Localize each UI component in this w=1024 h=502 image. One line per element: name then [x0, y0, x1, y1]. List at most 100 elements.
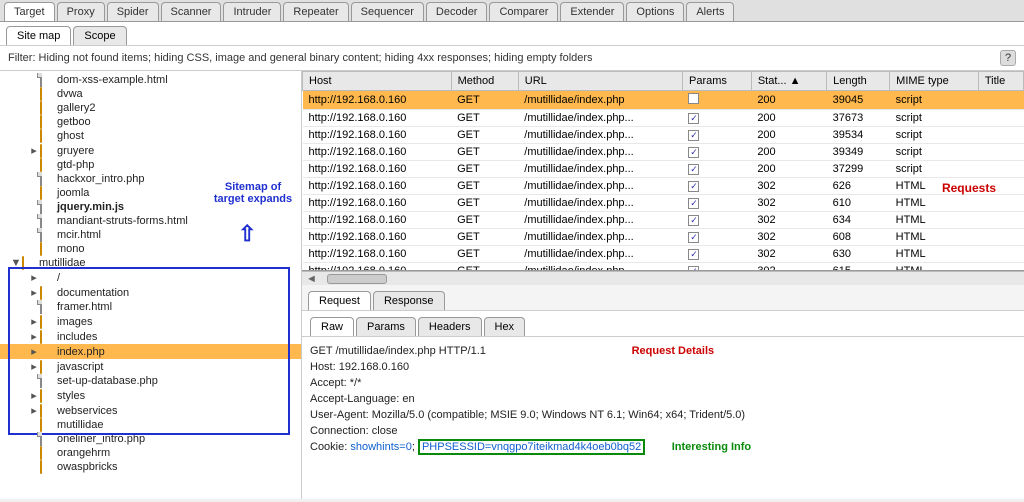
tree-item[interactable]: ▸images: [0, 314, 301, 329]
inner-tab-params[interactable]: Params: [356, 317, 416, 336]
table-row[interactable]: http://192.168.0.160GET/mutillidae/index…: [303, 263, 1024, 272]
column-header[interactable]: Host: [303, 72, 452, 91]
tree-item[interactable]: gtd-php: [0, 158, 301, 172]
tree-toggle-icon[interactable]: ▸: [28, 404, 40, 417]
column-header[interactable]: Title: [978, 72, 1023, 91]
tree-item[interactable]: mutillidae: [0, 418, 301, 432]
detail-tab-response[interactable]: Response: [373, 291, 445, 310]
params-checkbox: ✓: [688, 215, 699, 226]
tree-item[interactable]: ▸javascript: [0, 359, 301, 374]
tree-toggle-icon[interactable]: ▸: [28, 144, 40, 157]
tree-label: index.php: [57, 346, 105, 358]
table-row[interactable]: http://192.168.0.160GET/mutillidae/index…: [303, 144, 1024, 161]
raw-request[interactable]: GET /mutillidae/index.php HTTP/1.1 Reque…: [302, 337, 1024, 461]
tab-alerts[interactable]: Alerts: [686, 2, 734, 21]
inner-tab-hex[interactable]: Hex: [484, 317, 526, 336]
table-row[interactable]: http://192.168.0.160GET/mutillidae/index…: [303, 212, 1024, 229]
table-row[interactable]: http://192.168.0.160GET/mutillidae/index…: [303, 161, 1024, 178]
tree-item[interactable]: oneliner_intro.php: [0, 432, 301, 446]
detail-tabs: RequestResponse: [302, 285, 1024, 311]
table-row[interactable]: http://192.168.0.160GET/mutillidae/index…: [303, 246, 1024, 263]
table-row[interactable]: http://192.168.0.160GET/mutillidae/index…: [303, 178, 1024, 195]
tab-sequencer[interactable]: Sequencer: [351, 2, 424, 21]
tree-item[interactable]: owaspbricks: [0, 460, 301, 474]
folder-icon: [22, 256, 24, 270]
column-header[interactable]: MIME type: [890, 72, 979, 91]
column-header[interactable]: Stat... ▲: [751, 72, 826, 91]
sitemap-tree[interactable]: Sitemap of target expands ⇧ dom-xss-exam…: [0, 71, 302, 499]
column-header[interactable]: Length: [827, 72, 890, 91]
detail-tab-request[interactable]: Request: [308, 291, 371, 310]
sub-tabs: Site mapScope: [0, 22, 1024, 46]
tab-intruder[interactable]: Intruder: [223, 2, 281, 21]
column-header[interactable]: Method: [451, 72, 518, 91]
callout-arrow-icon: ⇧: [238, 221, 256, 247]
tree-item[interactable]: ▸gruyere: [0, 143, 301, 158]
inner-tab-raw[interactable]: Raw: [310, 317, 354, 336]
tab-extender[interactable]: Extender: [560, 2, 624, 21]
scroll-thumb[interactable]: [327, 274, 387, 284]
requests-table[interactable]: HostMethodURLParamsStat... ▲LengthMIME t…: [302, 71, 1024, 271]
tree-item[interactable]: dom-xss-example.html: [0, 73, 301, 87]
tree-toggle-icon[interactable]: ▸: [28, 315, 40, 328]
tree-label: oneliner_intro.php: [57, 433, 145, 445]
tree-toggle-icon[interactable]: ▸: [28, 286, 40, 299]
column-header[interactable]: URL: [518, 72, 682, 91]
tab-comparer[interactable]: Comparer: [489, 2, 558, 21]
main-tabs: TargetProxySpiderScannerIntruderRepeater…: [0, 0, 1024, 22]
requests-callout: Requests: [942, 181, 996, 195]
tree-item[interactable]: ▸ webservices: [0, 403, 301, 418]
column-header[interactable]: Params: [682, 72, 751, 91]
tree-label: webservices: [57, 405, 118, 417]
inner-tab-headers[interactable]: Headers: [418, 317, 482, 336]
tab-spider[interactable]: Spider: [107, 2, 159, 21]
tree-item[interactable]: framer.html: [0, 300, 301, 314]
tree-item[interactable]: dvwa: [0, 87, 301, 101]
folder-icon: [40, 158, 42, 172]
filter-bar[interactable]: Filter: Hiding not found items; hiding C…: [0, 46, 1024, 71]
tree-toggle-icon[interactable]: ▸: [28, 330, 40, 343]
tree-item[interactable]: ▸ index.php: [0, 344, 301, 359]
tab-proxy[interactable]: Proxy: [57, 2, 105, 21]
tree-item[interactable]: ▸/: [0, 270, 301, 285]
tab-repeater[interactable]: Repeater: [283, 2, 348, 21]
tree-item[interactable]: ▸includes: [0, 329, 301, 344]
table-row[interactable]: http://192.168.0.160GET/mutillidae/index…: [303, 229, 1024, 246]
tab-target[interactable]: Target: [4, 2, 55, 21]
tree-item[interactable]: ▸documentation: [0, 285, 301, 300]
file-icon: [40, 228, 42, 242]
subtab-site-map[interactable]: Site map: [6, 26, 71, 45]
tree-toggle-icon[interactable]: ▸: [28, 345, 40, 358]
tree-item[interactable]: ▸styles: [0, 388, 301, 403]
folder-icon: [40, 144, 42, 158]
tree-label: framer.html: [57, 301, 112, 313]
table-row[interactable]: http://192.168.0.160GET/mutillidae/index…: [303, 110, 1024, 127]
subtab-scope[interactable]: Scope: [73, 26, 126, 45]
tree-toggle-icon[interactable]: ▸: [28, 360, 40, 373]
tree-toggle-icon[interactable]: ▸: [28, 271, 40, 284]
table-row[interactable]: http://192.168.0.160GET/mutillidae/index…: [303, 127, 1024, 144]
table-row[interactable]: http://192.168.0.160GET/mutillidae/index…: [303, 91, 1024, 110]
tree-label: joomla: [57, 187, 89, 199]
params-checkbox: ✓: [688, 266, 699, 271]
tree-label: set-up-database.php: [57, 375, 158, 387]
folder-icon: [40, 446, 42, 460]
tree-toggle-icon[interactable]: ▸: [28, 389, 40, 402]
interesting-callout: Interesting Info: [672, 441, 751, 453]
table-row[interactable]: http://192.168.0.160GET/mutillidae/index…: [303, 195, 1024, 212]
tab-scanner[interactable]: Scanner: [161, 2, 222, 21]
tree-item[interactable]: gallery2: [0, 101, 301, 115]
params-checkbox: [688, 93, 699, 104]
tab-options[interactable]: Options: [626, 2, 684, 21]
help-icon[interactable]: ?: [1000, 50, 1016, 66]
tree-item[interactable]: orangehrm: [0, 446, 301, 460]
tree-toggle-icon[interactable]: ▼: [10, 257, 22, 269]
tab-decoder[interactable]: Decoder: [426, 2, 488, 21]
tree-item[interactable]: ▼mutillidae: [0, 256, 301, 270]
folder-icon: [40, 360, 42, 374]
tree-item[interactable]: getboo: [0, 115, 301, 129]
horizontal-scrollbar[interactable]: ◄: [302, 271, 1024, 285]
tree-item[interactable]: ghost: [0, 129, 301, 143]
inner-tabs: RawParamsHeadersHex: [302, 311, 1024, 337]
tree-item[interactable]: set-up-database.php: [0, 374, 301, 388]
